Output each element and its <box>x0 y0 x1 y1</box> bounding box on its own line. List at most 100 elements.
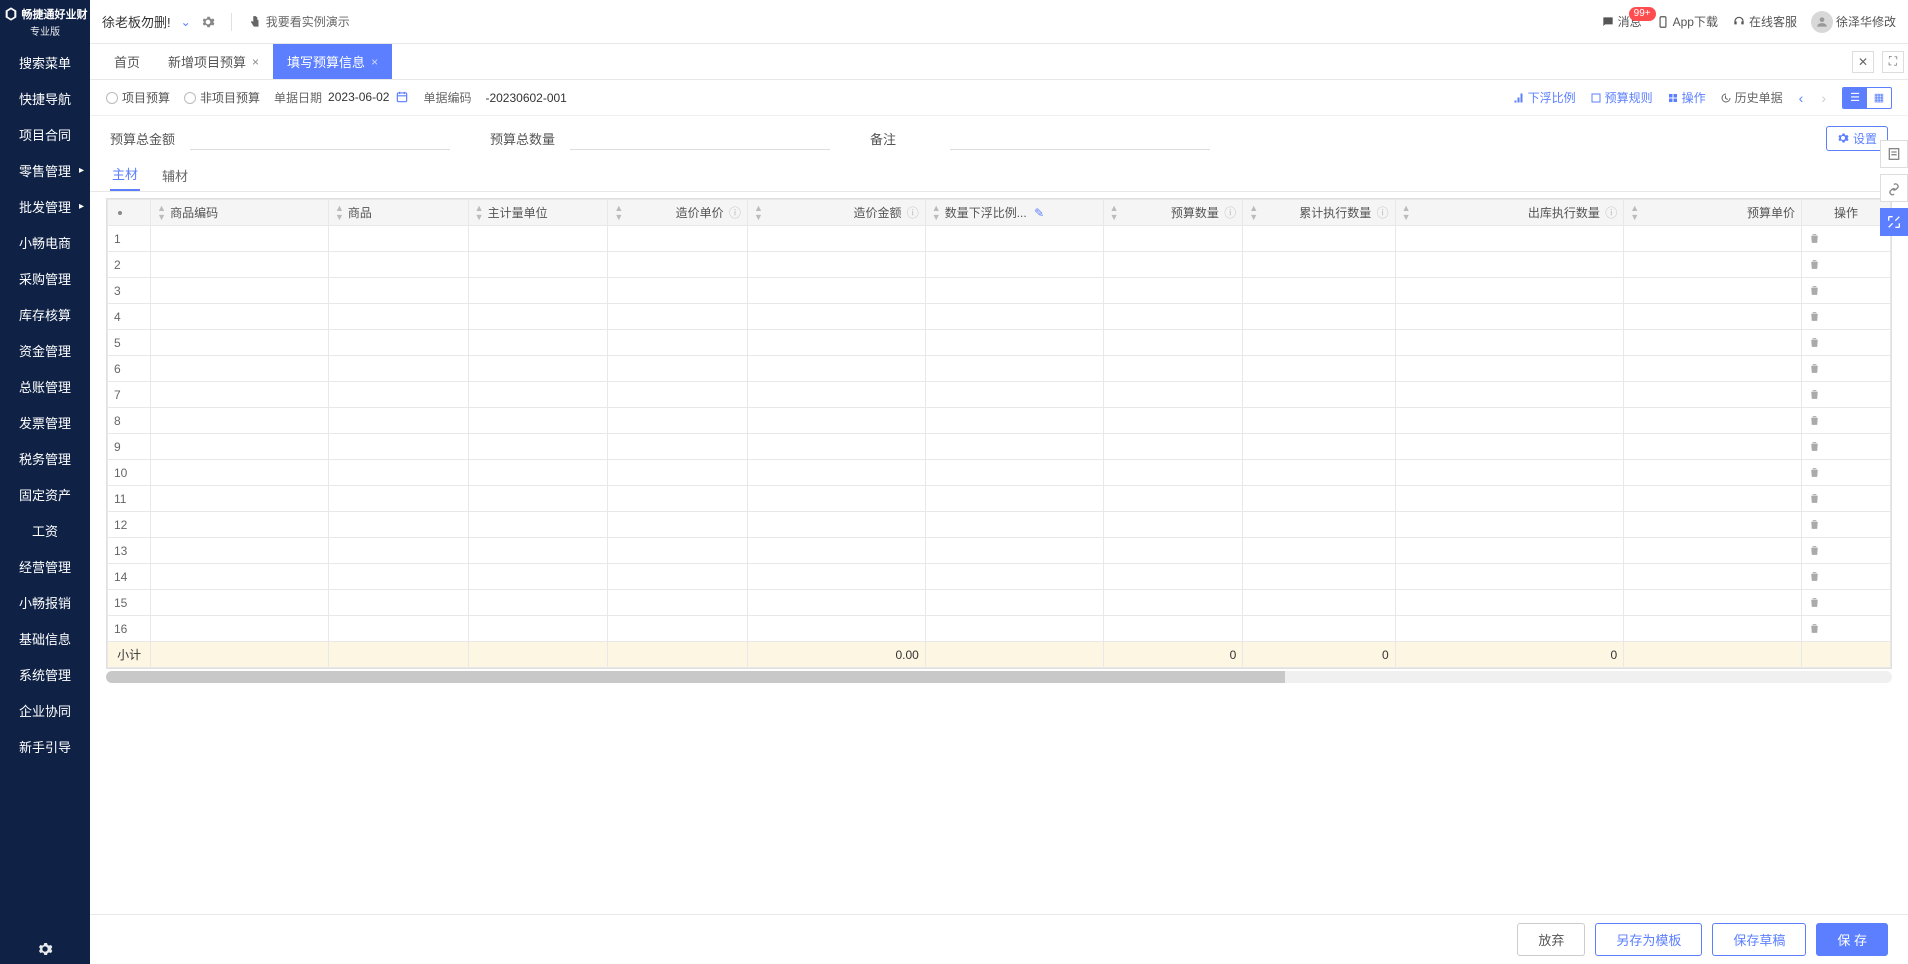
sidebar-item-18[interactable]: 企业协同 <box>0 692 90 728</box>
sort-icon[interactable]: ▲▼ <box>335 204 344 222</box>
delete-row-button[interactable] <box>1802 408 1891 434</box>
budget-rule-button[interactable]: 预算规则 <box>1590 89 1653 106</box>
cell[interactable] <box>1624 564 1802 590</box>
sidebar-item-3[interactable]: 零售管理▸ <box>0 152 90 188</box>
service-button[interactable]: 在线客服 <box>1732 13 1797 30</box>
cell[interactable] <box>1103 226 1243 252</box>
sidebar-item-8[interactable]: 资金管理 <box>0 332 90 368</box>
rail-notes-button[interactable] <box>1880 140 1908 168</box>
tab-main-material[interactable]: 主材 <box>110 158 140 191</box>
cell[interactable] <box>328 408 468 434</box>
delete-row-button[interactable] <box>1802 434 1891 460</box>
cell[interactable] <box>1395 330 1624 356</box>
cell[interactable] <box>608 226 748 252</box>
table-row[interactable]: 9 <box>108 434 1891 460</box>
cell[interactable] <box>608 408 748 434</box>
sidebar-item-5[interactable]: 小畅电商 <box>0 224 90 260</box>
cell[interactable] <box>748 408 926 434</box>
sort-icon[interactable]: ▲▼ <box>932 204 941 222</box>
date-value[interactable]: 2023-06-02 <box>328 90 389 104</box>
sidebar-item-10[interactable]: 发票管理 <box>0 404 90 440</box>
cell[interactable] <box>1624 512 1802 538</box>
discard-button[interactable]: 放弃 <box>1517 923 1585 956</box>
sort-icon[interactable]: ▲▼ <box>1110 204 1119 222</box>
cell[interactable] <box>1243 512 1395 538</box>
cell[interactable] <box>1395 356 1624 382</box>
help-icon[interactable]: ⓘ <box>1602 206 1617 220</box>
chevron-down-icon[interactable]: ⌄ <box>181 15 191 29</box>
col-header-3[interactable]: ▲▼主计量单位 <box>468 200 608 226</box>
table-row[interactable]: 5 <box>108 330 1891 356</box>
col-header-8[interactable]: ▲▼累计执行数量 ⓘ <box>1243 200 1395 226</box>
cell[interactable] <box>1624 226 1802 252</box>
cell[interactable] <box>748 564 926 590</box>
col-header-10[interactable]: ▲▼预算单价 <box>1624 200 1802 226</box>
cell[interactable] <box>151 486 329 512</box>
cell[interactable] <box>748 226 926 252</box>
cell[interactable] <box>468 356 608 382</box>
col-header-0[interactable] <box>108 200 151 226</box>
cell[interactable] <box>925 356 1103 382</box>
org-selector[interactable]: 徐老板勿删! <box>102 12 171 31</box>
delete-row-button[interactable] <box>1802 512 1891 538</box>
sort-icon[interactable]: ▲▼ <box>1630 204 1639 222</box>
col-header-1[interactable]: ▲▼商品编码 <box>151 200 329 226</box>
sidebar-item-13[interactable]: 工资 <box>0 512 90 548</box>
delete-row-button[interactable] <box>1802 304 1891 330</box>
table-row[interactable]: 1 <box>108 226 1891 252</box>
cell[interactable] <box>468 564 608 590</box>
cell[interactable] <box>151 590 329 616</box>
history-button[interactable]: 历史单据 <box>1720 89 1783 106</box>
table-row[interactable]: 8 <box>108 408 1891 434</box>
cell[interactable] <box>1243 278 1395 304</box>
demo-link[interactable]: 我要看实例演示 <box>248 13 350 30</box>
cell[interactable] <box>925 512 1103 538</box>
cell[interactable] <box>1103 330 1243 356</box>
col-header-9[interactable]: ▲▼出库执行数量 ⓘ <box>1395 200 1624 226</box>
cell[interactable] <box>468 382 608 408</box>
rail-expand-button[interactable] <box>1880 208 1908 236</box>
cell[interactable] <box>608 538 748 564</box>
delete-row-button[interactable] <box>1802 590 1891 616</box>
cell[interactable] <box>1624 408 1802 434</box>
cell[interactable] <box>468 538 608 564</box>
cell[interactable] <box>1395 434 1624 460</box>
col-header-2[interactable]: ▲▼商品 <box>328 200 468 226</box>
cell[interactable] <box>1243 304 1395 330</box>
cell[interactable] <box>468 278 608 304</box>
cell[interactable] <box>748 330 926 356</box>
view-list-button[interactable]: ☰ <box>1843 88 1867 108</box>
help-icon[interactable]: ⓘ <box>1221 206 1236 220</box>
help-icon[interactable]: ⓘ <box>903 206 918 220</box>
cell[interactable] <box>608 616 748 642</box>
cell[interactable] <box>1243 408 1395 434</box>
sort-icon[interactable]: ▲▼ <box>157 204 166 222</box>
cell[interactable] <box>925 252 1103 278</box>
cell[interactable] <box>328 356 468 382</box>
cell[interactable] <box>608 382 748 408</box>
cell[interactable] <box>1624 252 1802 278</box>
sidebar-item-12[interactable]: 固定资产 <box>0 476 90 512</box>
save-draft-button[interactable]: 保存草稿 <box>1712 923 1806 956</box>
cell[interactable] <box>328 486 468 512</box>
app-download-button[interactable]: App下载 <box>1656 13 1718 30</box>
cell[interactable] <box>151 434 329 460</box>
cell[interactable] <box>328 590 468 616</box>
cell[interactable] <box>151 356 329 382</box>
delete-row-button[interactable] <box>1802 356 1891 382</box>
cell[interactable] <box>608 590 748 616</box>
cell[interactable] <box>1243 616 1395 642</box>
table-row[interactable]: 14 <box>108 564 1891 590</box>
cell[interactable] <box>1243 460 1395 486</box>
cell[interactable] <box>328 538 468 564</box>
total-qty-input[interactable] <box>570 126 830 150</box>
cell[interactable] <box>1103 434 1243 460</box>
cell[interactable] <box>328 564 468 590</box>
cell[interactable] <box>151 564 329 590</box>
cell[interactable] <box>1243 356 1395 382</box>
cell[interactable] <box>1243 564 1395 590</box>
cell[interactable] <box>151 512 329 538</box>
cell[interactable] <box>1103 408 1243 434</box>
cell[interactable] <box>925 382 1103 408</box>
cell[interactable] <box>1103 538 1243 564</box>
